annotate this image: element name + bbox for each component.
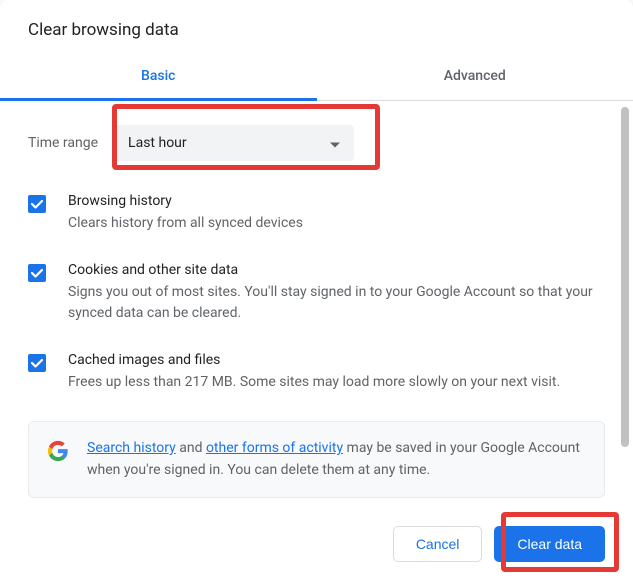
time-range-select[interactable]: Last hour (114, 125, 354, 161)
option-desc: Signs you out of most sites. You'll stay… (68, 282, 605, 324)
google-logo-icon (47, 440, 69, 462)
tab-basic[interactable]: Basic (0, 54, 317, 101)
clear-data-button[interactable]: Clear data (494, 526, 605, 562)
option-cached: Cached images and files Frees up less th… (28, 352, 605, 393)
info-box: Search history and other forms of activi… (28, 421, 605, 498)
option-text: Browsing history Clears history from all… (68, 193, 605, 234)
dialog-header: Clear browsing data (0, 0, 633, 54)
option-title: Browsing history (68, 193, 605, 209)
option-title: Cached images and files (68, 352, 605, 368)
time-range-select-wrap: Last hour (114, 125, 354, 161)
checkbox-cookies[interactable] (28, 264, 46, 282)
clear-browsing-data-dialog: Clear browsing data Basic Advanced Time … (0, 0, 633, 580)
info-text: Search history and other forms of activi… (87, 438, 586, 481)
time-range-row: Time range Last hour (28, 125, 605, 161)
time-range-label: Time range (28, 135, 98, 151)
cancel-button[interactable]: Cancel (393, 526, 483, 562)
option-desc: Frees up less than 217 MB. Some sites ma… (68, 372, 605, 393)
dialog-content: Time range Last hour Browsing history Cl (0, 101, 633, 510)
option-text: Cached images and files Frees up less th… (68, 352, 605, 393)
info-mid: and (176, 440, 206, 456)
option-browsing-history: Browsing history Clears history from all… (28, 193, 605, 234)
scrollbar-thumb[interactable] (621, 107, 629, 447)
checkbox-cached[interactable] (28, 354, 46, 372)
dialog-title: Clear browsing data (28, 20, 605, 40)
option-text: Cookies and other site data Signs you ou… (68, 262, 605, 324)
tab-advanced[interactable]: Advanced (317, 54, 633, 100)
option-title: Cookies and other site data (68, 262, 605, 278)
dialog-footer: Cancel Clear data (0, 510, 633, 580)
content-wrapper: Time range Last hour Browsing history Cl (0, 101, 633, 510)
tabs: Basic Advanced (0, 54, 633, 101)
time-range-value: Last hour (128, 135, 187, 151)
search-history-link[interactable]: Search history (87, 440, 176, 456)
other-activity-link[interactable]: other forms of activity (206, 440, 343, 456)
option-cookies: Cookies and other site data Signs you ou… (28, 262, 605, 324)
checkbox-browsing-history[interactable] (28, 195, 46, 213)
scrollbar[interactable] (619, 103, 631, 508)
option-desc: Clears history from all synced devices (68, 213, 605, 234)
